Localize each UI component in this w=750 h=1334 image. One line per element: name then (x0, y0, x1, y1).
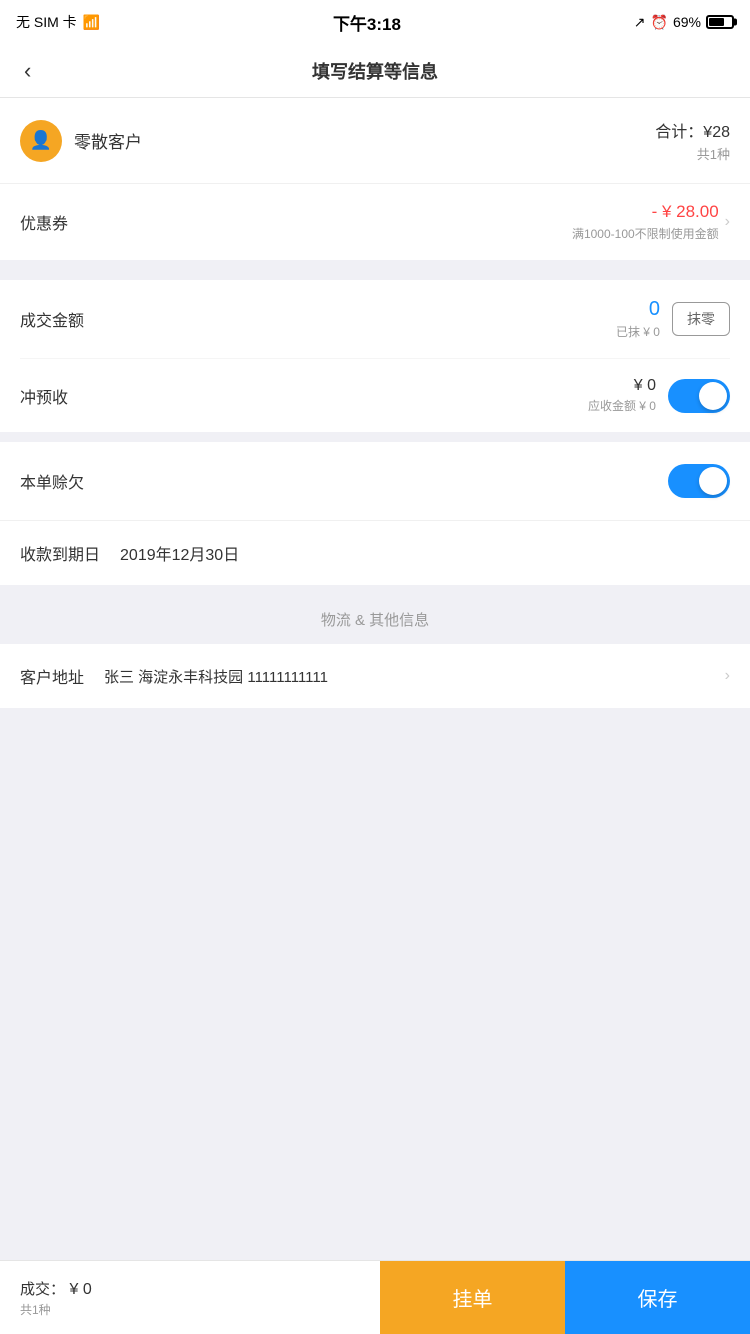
customer-avatar: 👤 (20, 120, 62, 162)
credit-row: 本单赊欠 (0, 442, 750, 520)
advance-amount: ¥ 0 (588, 377, 656, 395)
transaction-amount-row: 成交金额 0 已抹 ¥ 0 抹零 (20, 280, 730, 359)
total-amount: 合计：¥28 (655, 118, 730, 142)
divider-2 (0, 432, 750, 442)
total-count: 共1种 (655, 144, 730, 163)
credit-toggle-knob (699, 467, 727, 495)
customer-left: 👤 零散客户 (20, 120, 142, 162)
advance-sub: 应收金额 ¥ 0 (588, 397, 656, 414)
battery-fill (709, 18, 724, 26)
avatar-icon: 👤 (30, 130, 52, 151)
status-bar: 无 SIM 卡 📶 下午3:18 ↗ ⏰ 69% (0, 0, 750, 44)
bottom-deal-row: 成交： ¥ 0 (20, 1278, 360, 1299)
battery-bar (706, 15, 734, 29)
bottom-deal-amount: ¥ 0 (69, 1281, 91, 1298)
bottom-count: 共1种 (20, 1301, 360, 1318)
credit-toggle[interactable] (668, 464, 730, 498)
divider-1 (0, 270, 750, 280)
status-left: 无 SIM 卡 📶 (16, 12, 100, 32)
coupon-label: 优惠券 (20, 210, 68, 234)
customer-name: 零散客户 (74, 128, 142, 153)
alarm-icon: ⏰ (651, 14, 668, 31)
address-chevron-icon: › (725, 667, 730, 685)
advance-payment-row: 冲预收 ¥ 0 应收金额 ¥ 0 (20, 359, 730, 432)
advance-payment-label: 冲预收 (20, 384, 68, 408)
amount-col: 0 已抹 ¥ 0 (616, 298, 660, 340)
transaction-amount-label: 成交金额 (20, 307, 84, 331)
address-row[interactable]: 客户地址 张三 海淀永丰科技园 11111111111 › (0, 644, 750, 708)
due-date-label: 收款到期日 (20, 541, 100, 565)
page-title: 填写结算等信息 (312, 58, 438, 84)
round-button[interactable]: 抹零 (672, 302, 730, 336)
coupon-right: - ¥ 28.00 满1000-100不限制使用金额 (572, 202, 719, 242)
coupon-description: 满1000-100不限制使用金额 (572, 225, 719, 242)
status-time: 下午3:18 (333, 10, 401, 35)
back-button[interactable]: ‹ (16, 50, 39, 92)
due-date-row: 收款到期日 2019年12月30日 (0, 520, 750, 585)
credit-label: 本单赊欠 (20, 469, 84, 493)
sim-label: 无 SIM 卡 (16, 12, 77, 32)
credit-section: 本单赊欠 收款到期日 2019年12月30日 (0, 442, 750, 585)
coupon-chevron-icon: › (725, 213, 730, 231)
coupon-discount: - ¥ 28.00 (572, 202, 719, 222)
bottom-bar: 成交： ¥ 0 共1种 挂单 保存 (0, 1260, 750, 1334)
amount-section: 成交金额 0 已抹 ¥ 0 抹零 冲预收 ¥ 0 应收金额 ¥ 0 (0, 280, 750, 432)
location-icon: ↗ (634, 14, 646, 31)
status-right: ↗ ⏰ 69% (634, 14, 734, 31)
address-label: 客户地址 (20, 664, 84, 688)
toggle-knob (699, 382, 727, 410)
transaction-amount-right: 0 已抹 ¥ 0 抹零 (616, 298, 730, 340)
content-area: 👤 零散客户 合计：¥28 共1种 优惠券 - ¥ 28.00 满1000-10… (0, 98, 750, 798)
transaction-amount-value: 0 (649, 298, 660, 321)
nav-bar: ‹ 填写结算等信息 (0, 44, 750, 98)
customer-section: 👤 零散客户 合计：¥28 共1种 优惠券 - ¥ 28.00 满1000-10… (0, 98, 750, 260)
bottom-deal-label: 成交： (20, 1281, 65, 1298)
bottom-info: 成交： ¥ 0 共1种 (0, 1278, 380, 1318)
address-section: 客户地址 张三 海淀永丰科技园 11111111111 › (0, 644, 750, 708)
hang-button[interactable]: 挂单 (380, 1261, 565, 1334)
advance-right: ¥ 0 应收金额 ¥ 0 (588, 377, 730, 414)
customer-row: 👤 零散客户 合计：¥28 共1种 (0, 98, 750, 183)
due-date-value: 2019年12月30日 (120, 541, 239, 565)
logistics-section: 物流 & 其他信息 (0, 595, 750, 644)
address-value: 张三 海淀永丰科技园 11111111111 (104, 666, 725, 687)
save-button[interactable]: 保存 (565, 1261, 750, 1334)
advance-payment-toggle[interactable] (668, 379, 730, 413)
wifi-icon: 📶 (83, 14, 100, 31)
advance-values: ¥ 0 应收金额 ¥ 0 (588, 377, 656, 414)
logistics-label: 物流 & 其他信息 (321, 612, 429, 629)
customer-right: 合计：¥28 共1种 (655, 118, 730, 163)
coupon-row[interactable]: 优惠券 - ¥ 28.00 满1000-100不限制使用金额 › (0, 183, 750, 260)
battery-percent: 69% (673, 14, 701, 30)
transaction-amount-sub: 已抹 ¥ 0 (616, 323, 660, 340)
